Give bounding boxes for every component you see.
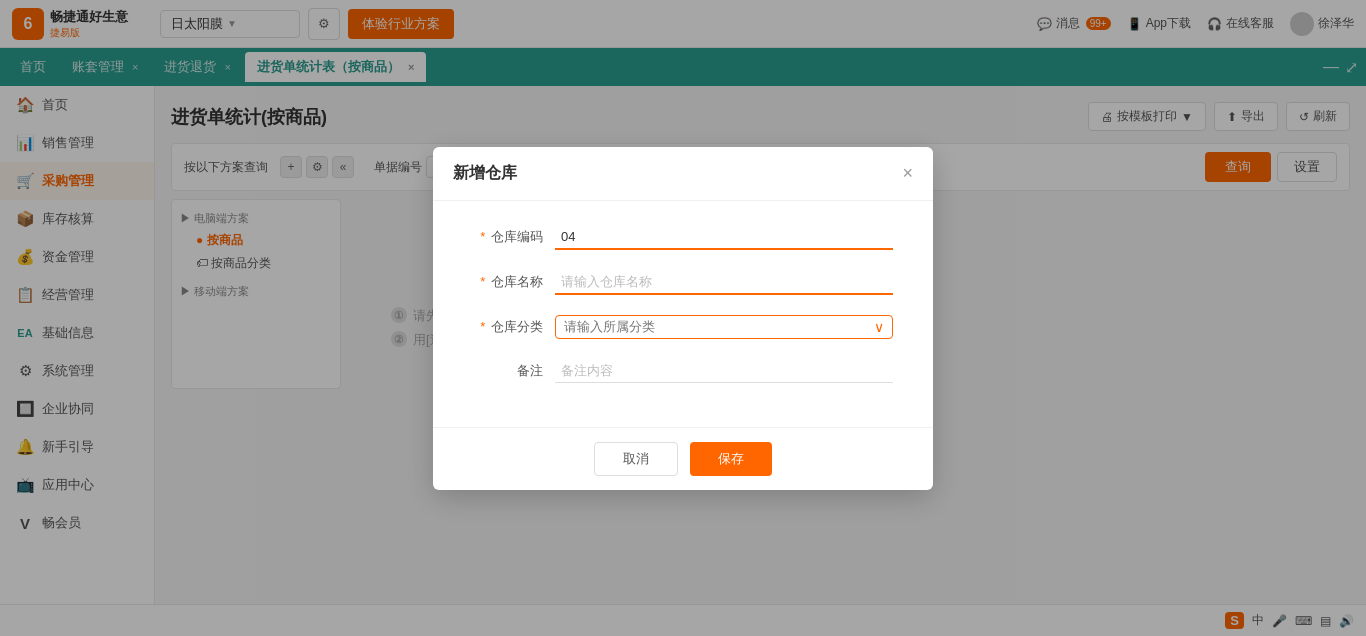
code-input[interactable] [555,225,893,250]
cancel-button[interactable]: 取消 [594,442,678,476]
form-row-code: * 仓库编码 [473,225,893,250]
modal-footer: 取消 保存 [433,427,933,490]
category-select-row[interactable]: ∨ [555,315,893,339]
category-required: * [480,319,485,334]
category-input[interactable] [564,319,874,334]
code-label: * 仓库编码 [473,228,543,246]
code-required: * [480,229,485,244]
save-button[interactable]: 保存 [690,442,772,476]
name-label: * 仓库名称 [473,273,543,291]
modal-close-button[interactable]: × [902,164,913,182]
form-row-name: * 仓库名称 [473,270,893,295]
form-row-category: * 仓库分类 ∨ [473,315,893,339]
modal-overlay: 新增仓库 × * 仓库编码 * 仓库名称 [0,0,1366,636]
form-row-remark: 备注 [473,359,893,383]
name-input[interactable] [555,270,893,295]
category-dropdown-icon: ∨ [874,319,884,335]
remark-input[interactable] [555,359,893,383]
modal-title: 新增仓库 [453,163,517,184]
modal-header: 新增仓库 × [433,147,933,201]
remark-label: 备注 [473,362,543,380]
new-warehouse-modal: 新增仓库 × * 仓库编码 * 仓库名称 [433,147,933,490]
modal-body: * 仓库编码 * 仓库名称 * 仓库分类 [433,201,933,427]
category-label: * 仓库分类 [473,318,543,336]
name-required: * [480,274,485,289]
